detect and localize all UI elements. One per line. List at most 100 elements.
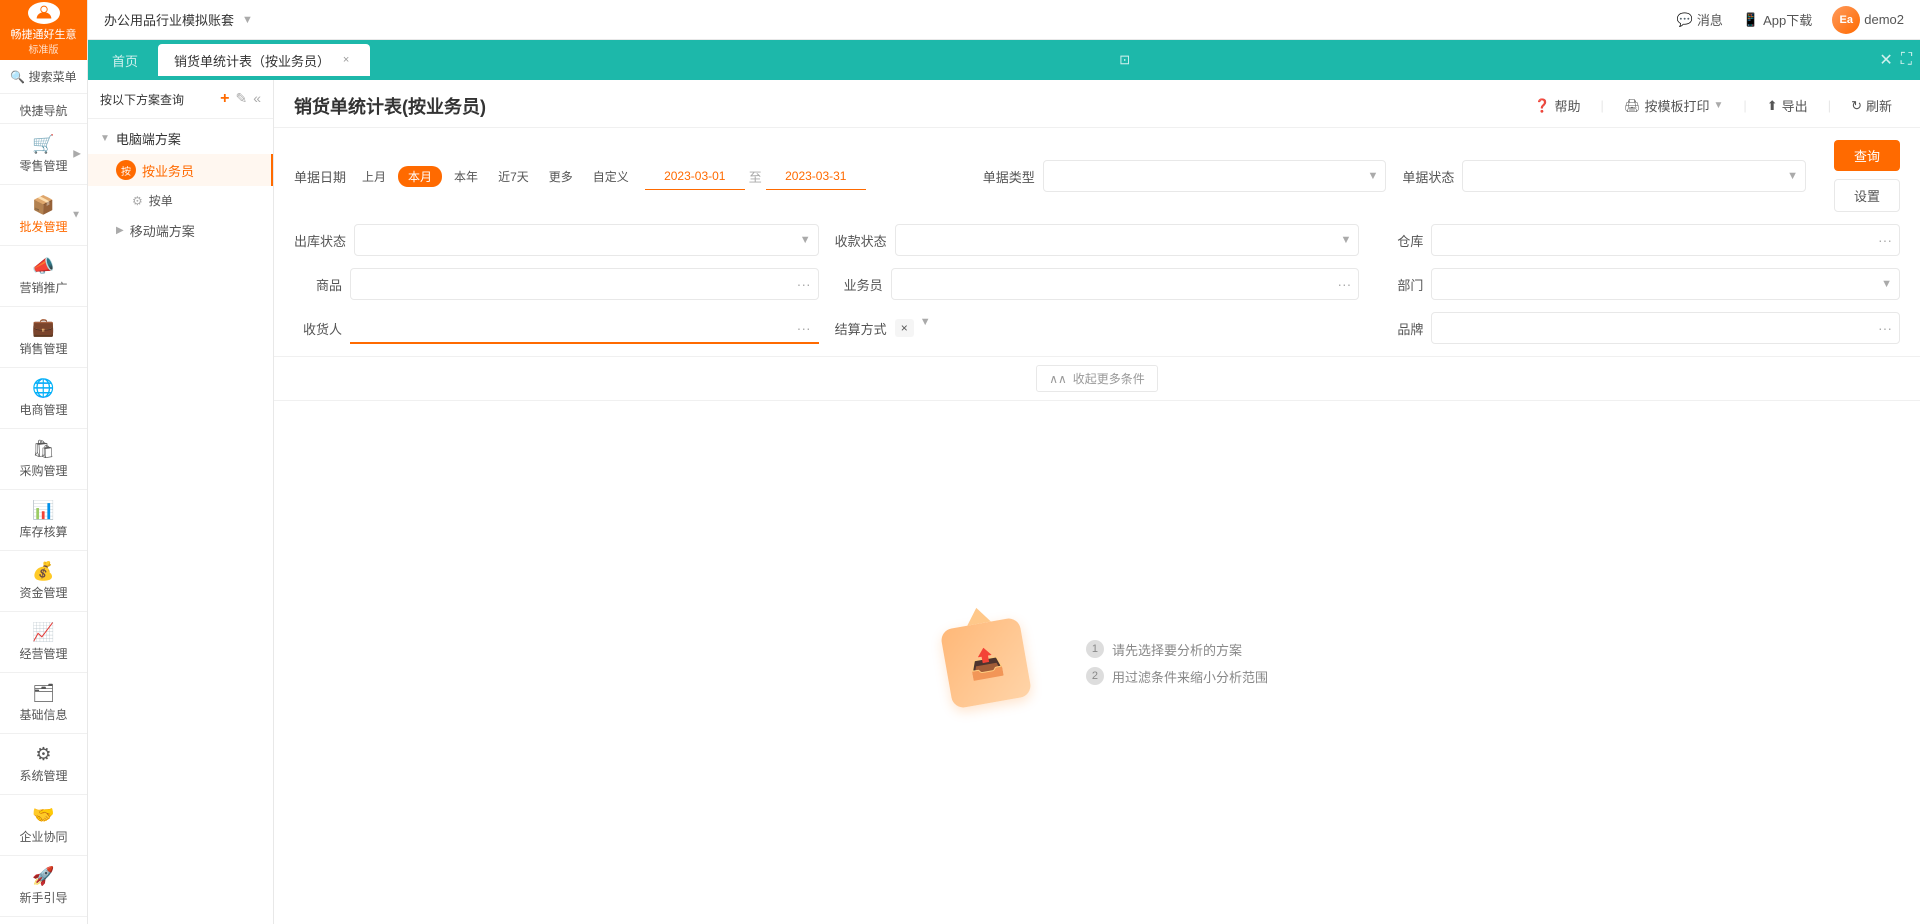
sidebar-item-wholesale[interactable]: 📦 批发管理 ▼ xyxy=(0,185,87,246)
close-tab-icon[interactable]: ✕ xyxy=(1879,50,1892,70)
sidebar-item-newbie[interactable]: 🚀 新手引导 xyxy=(0,856,87,917)
mobile-tree-arrow: ▶ xyxy=(116,225,124,236)
sidebar-item-finance[interactable]: 💰 资金管理 xyxy=(0,551,87,612)
salesman-input[interactable] xyxy=(891,268,1360,300)
sidebar: 畅捷通好生意 标准版 🔍 搜索菜单 快捷导航 🛒 零售管理 ▶ 📦 批发管理 ▼… xyxy=(0,0,88,924)
app-download-btn[interactable]: 📱 App下载 xyxy=(1743,10,1812,29)
tab-close-btn[interactable]: × xyxy=(338,52,354,68)
out-status-label: 出库状态 xyxy=(294,231,346,250)
filter-receiver: 收货人 ··· xyxy=(294,312,819,344)
add-scheme-btn[interactable]: + xyxy=(220,90,229,108)
filter-salesman: 业务员 ··· xyxy=(835,268,1360,300)
page-title: 销货单统计表(按业务员) xyxy=(294,93,486,119)
sidebar-item-apps[interactable]: 🔲 应用中心 xyxy=(0,917,87,924)
date-tab-more[interactable]: 更多 xyxy=(541,166,581,187)
filter-area: 单据日期 上月 本月 本年 近7天 更多 自定义 xyxy=(274,128,1920,357)
collapse-icon: ∧∧ xyxy=(1049,372,1067,386)
warehouse-input[interactable] xyxy=(1431,224,1900,256)
expand-icon: ⊡ xyxy=(1119,52,1130,67)
home-tab-label: 首页 xyxy=(112,51,138,70)
empty-hints: 1 请先选择要分析的方案 2 用过滤条件来缩小分析范围 xyxy=(1086,640,1268,686)
recv-status-control: ▼ xyxy=(895,224,1360,256)
date-tab-thisyear[interactable]: 本年 xyxy=(446,166,486,187)
sidebar-item-coop[interactable]: 🤝 企业协同 xyxy=(0,795,87,856)
date-tab-custom[interactable]: 自定义 xyxy=(585,166,637,187)
tree-child-salesman[interactable]: 按 按业务员 xyxy=(88,154,273,186)
panel-title: 按以下方案查询 xyxy=(100,91,184,108)
date-end-input[interactable] xyxy=(766,162,866,190)
sidebar-item-basic[interactable]: 🗂 基础信息 xyxy=(0,673,87,734)
sidebar-item-ecom[interactable]: 🌐 电商管理 xyxy=(0,368,87,429)
sidebar-item-purchase[interactable]: 🛍 采购管理 xyxy=(0,429,87,490)
message-btn[interactable]: 💬 消息 xyxy=(1677,10,1723,29)
warehouse-label: 仓库 xyxy=(1375,231,1423,250)
date-tab-thismonth[interactable]: 本月 xyxy=(398,166,442,187)
search-menu[interactable]: 🔍 搜索菜单 xyxy=(0,60,87,94)
download-icon: 📱 xyxy=(1743,12,1759,28)
goods-input[interactable] xyxy=(350,268,819,300)
hint-num-2: 2 xyxy=(1086,667,1104,685)
tab-home[interactable]: 首页 xyxy=(96,44,154,76)
collapse-panel-btn[interactable]: « xyxy=(253,90,261,108)
tab-sales-stat[interactable]: 销货单统计表（按业务员） × xyxy=(158,44,370,76)
out-status-control: ▼ xyxy=(354,224,819,256)
sidebar-item-retail[interactable]: 🛒 零售管理 ▶ xyxy=(0,124,87,185)
export-btn[interactable]: ⬆ 导出 xyxy=(1759,92,1816,119)
sidebar-item-inventory[interactable]: 📊 库存核算 xyxy=(0,490,87,551)
doc-type-select[interactable] xyxy=(1043,160,1387,192)
date-tabs: 上月 本月 本年 近7天 更多 自定义 xyxy=(354,166,637,187)
tab-bar: 首页 销货单统计表（按业务员） × ⊡ ✕ ⛶ xyxy=(88,40,1920,80)
tree-section: ▼ 电脑端方案 按 按业务员 ⚙ 按单 ▶ 移动端方案 xyxy=(88,119,273,250)
warehouse-control: ··· xyxy=(1431,224,1900,256)
settlement-tag-close[interactable]: × xyxy=(901,321,908,335)
sidebar-item-sales[interactable]: 💼 销售管理 xyxy=(0,307,87,368)
brand-input[interactable] xyxy=(1431,312,1900,344)
hint-num-1: 1 xyxy=(1086,640,1104,658)
doc-status-select[interactable] xyxy=(1462,160,1806,192)
tree-sub-child-order[interactable]: ⚙ 按单 xyxy=(88,186,273,215)
user-area[interactable]: Ea demo2 xyxy=(1832,6,1904,34)
ecom-icon: 🌐 xyxy=(32,378,54,399)
salesman-label: 业务员 xyxy=(835,275,883,294)
doc-status-label: 单据状态 xyxy=(1402,167,1454,186)
tree-mobile-parent[interactable]: ▶ 移动端方案 xyxy=(88,215,273,246)
print-dropdown-icon[interactable]: ▼ xyxy=(1713,100,1723,111)
print-btn[interactable]: 🖨 按模板打印 ▼ xyxy=(1616,92,1731,119)
maximize-icon[interactable]: ⛶ xyxy=(1901,51,1912,69)
collapse-conditions-btn[interactable]: ∧∧ 收起更多条件 xyxy=(1036,365,1158,392)
refresh-icon: ↻ xyxy=(1851,98,1862,114)
dept-control: ▼ xyxy=(1431,268,1900,300)
app-logo: 畅捷通好生意 标准版 xyxy=(0,0,88,60)
goods-label: 商品 xyxy=(294,275,342,294)
receiver-control: ··· xyxy=(350,312,819,344)
help-btn[interactable]: ❓ 帮助 xyxy=(1526,92,1588,119)
doc-status-control: ▼ xyxy=(1462,160,1806,192)
date-tab-lastmonth[interactable]: 上月 xyxy=(354,166,394,187)
settlement-arrow[interactable]: ▼ xyxy=(920,316,931,328)
date-label: 单据日期 xyxy=(294,167,346,186)
receiver-input[interactable] xyxy=(350,312,819,344)
recv-status-select[interactable] xyxy=(895,224,1360,256)
tree-desktop-parent[interactable]: ▼ 电脑端方案 xyxy=(88,123,273,154)
quick-nav[interactable]: 快捷导航 xyxy=(0,94,87,124)
date-start-input[interactable] xyxy=(645,162,745,190)
marketing-icon: 📣 xyxy=(32,256,54,277)
hint-text-2: 用过滤条件来缩小分析范围 xyxy=(1112,667,1268,686)
refresh-btn[interactable]: ↻ 刷新 xyxy=(1843,92,1900,119)
dept-select[interactable] xyxy=(1431,268,1900,300)
divider1: | xyxy=(1601,98,1604,113)
doc-type-label: 单据类型 xyxy=(983,167,1035,186)
edit-scheme-btn[interactable]: ✎ xyxy=(235,90,247,108)
tab-expand-btn[interactable]: ⊡ xyxy=(1111,47,1138,73)
out-status-select[interactable] xyxy=(354,224,819,256)
top-header: 办公用品行业模拟账套 ▼ 💬 消息 📱 App下载 Ea demo2 xyxy=(88,0,1920,40)
company-dropdown-icon[interactable]: ▼ xyxy=(242,14,253,26)
query-button[interactable]: 查询 xyxy=(1834,140,1900,171)
dept-label: 部门 xyxy=(1375,275,1423,294)
sidebar-item-system[interactable]: ⚙ 系统管理 xyxy=(0,734,87,795)
sidebar-item-ops[interactable]: 📈 经营管理 xyxy=(0,612,87,673)
date-tab-7days[interactable]: 近7天 xyxy=(490,166,537,187)
sidebar-item-marketing[interactable]: 📣 营销推广 xyxy=(0,246,87,307)
settlement-tag: × xyxy=(895,319,914,337)
settings-button[interactable]: 设置 xyxy=(1834,179,1900,212)
